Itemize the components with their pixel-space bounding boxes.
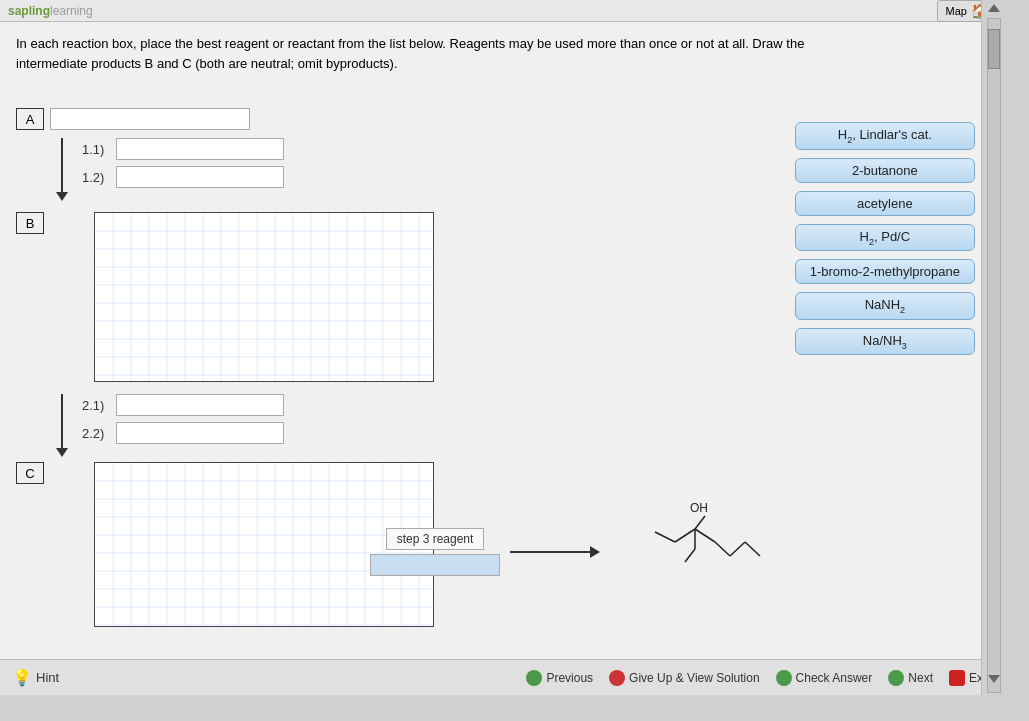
instructions-text: In each reaction box, place the best rea… bbox=[16, 34, 816, 73]
step1-2-input[interactable] bbox=[116, 166, 284, 188]
step2-2-input[interactable] bbox=[116, 422, 284, 444]
step3-arrow bbox=[510, 546, 600, 558]
step2-inputs: 2.1) 2.2) bbox=[82, 394, 284, 444]
svg-line-59 bbox=[655, 532, 675, 542]
scroll-down-arrow[interactable] bbox=[988, 675, 1000, 683]
step1-2-row: 1.2) bbox=[82, 166, 284, 188]
step1-vline bbox=[61, 138, 63, 192]
check-label: Check Answer bbox=[796, 671, 873, 685]
give-up-label: Give Up & View Solution bbox=[629, 671, 760, 685]
check-icon bbox=[776, 670, 792, 686]
reagent-acetylene[interactable]: acetylene bbox=[795, 191, 975, 216]
step2-1-row: 2.1) bbox=[82, 394, 284, 416]
box-c-label: C bbox=[16, 462, 44, 484]
svg-line-56 bbox=[675, 529, 695, 542]
box-b-label: B bbox=[16, 212, 44, 234]
hint-button[interactable]: 💡 Hint bbox=[12, 668, 59, 687]
step2-arrow-area: 2.1) 2.2) bbox=[56, 394, 284, 457]
step1-2-label: 1.2) bbox=[82, 170, 110, 185]
step3-hline bbox=[510, 551, 590, 553]
check-answer-button[interactable]: Check Answer bbox=[772, 668, 877, 688]
step3-area: step 3 reagent OH bbox=[370, 490, 770, 614]
reagent-2-butanone[interactable]: 2-butanone bbox=[795, 158, 975, 183]
previous-button[interactable]: Previous bbox=[522, 668, 597, 688]
svg-line-60 bbox=[715, 542, 730, 556]
content-area: In each reaction box, place the best rea… bbox=[0, 22, 1005, 659]
step2-2-row: 2.2) bbox=[82, 422, 284, 444]
bottom-bar: 💡 Hint Previous Give Up & View Solution … bbox=[0, 659, 1005, 695]
hint-label: Hint bbox=[36, 670, 59, 685]
step3-reagent-container: step 3 reagent bbox=[370, 528, 500, 576]
step1-arrow bbox=[56, 138, 68, 201]
hint-icon: 💡 bbox=[12, 668, 32, 687]
svg-line-63 bbox=[685, 549, 695, 562]
product-molecule: OH bbox=[610, 494, 770, 614]
box-b-container: B bbox=[16, 212, 434, 382]
step2-arrowhead bbox=[56, 448, 68, 457]
step1-inputs: 1.1) 1.2) bbox=[82, 138, 284, 188]
previous-icon bbox=[526, 670, 542, 686]
nav-buttons: Previous Give Up & View Solution Check A… bbox=[522, 668, 993, 688]
svg-line-57 bbox=[695, 529, 715, 542]
grid-b-svg bbox=[95, 213, 433, 381]
reagent-nanh2[interactable]: NaNH2 bbox=[795, 292, 975, 320]
box-b-drawing[interactable] bbox=[94, 212, 434, 382]
svg-line-62 bbox=[745, 542, 760, 556]
step2-1-label: 2.1) bbox=[82, 398, 110, 413]
svg-line-55 bbox=[695, 516, 705, 529]
give-up-icon bbox=[609, 670, 625, 686]
box-a-input[interactable] bbox=[50, 108, 250, 130]
give-up-button[interactable]: Give Up & View Solution bbox=[605, 668, 764, 688]
map-label: Map bbox=[946, 5, 967, 17]
box-a-label: A bbox=[16, 108, 44, 130]
svg-text:OH: OH bbox=[690, 501, 708, 515]
reagent-na-nh3[interactable]: Na/NH3 bbox=[795, 328, 975, 356]
next-button[interactable]: Next bbox=[884, 668, 937, 688]
step2-2-label: 2.2) bbox=[82, 426, 110, 441]
step1-arrow-area: 1.1) 1.2) bbox=[56, 138, 284, 201]
header-bar: saplinglearning Map 🏠 bbox=[0, 0, 1005, 22]
reagent-1-bromo-2-methylpropane[interactable]: 1-bromo-2-methylpropane bbox=[795, 259, 975, 284]
step3-label: step 3 reagent bbox=[386, 528, 485, 550]
scrollbar bbox=[981, 0, 1005, 695]
step1-arrowhead bbox=[56, 192, 68, 201]
step3-arrowhead bbox=[590, 546, 600, 558]
step2-vline bbox=[61, 394, 63, 448]
reagent-h2-lindlar[interactable]: H2, Lindlar's cat. bbox=[795, 122, 975, 150]
scroll-track[interactable] bbox=[987, 18, 1001, 693]
exit-icon bbox=[949, 670, 965, 686]
step2-1-input[interactable] bbox=[116, 394, 284, 416]
step1-1-row: 1.1) bbox=[82, 138, 284, 160]
sapling-logo: saplinglearning bbox=[8, 4, 93, 18]
svg-line-61 bbox=[730, 542, 745, 556]
scroll-up-arrow[interactable] bbox=[988, 4, 1000, 12]
box-a-row: A bbox=[16, 108, 250, 130]
step3-input[interactable] bbox=[370, 554, 500, 576]
previous-label: Previous bbox=[546, 671, 593, 685]
learning-text: learning bbox=[50, 4, 93, 18]
next-icon bbox=[888, 670, 904, 686]
next-label: Next bbox=[908, 671, 933, 685]
scroll-thumb[interactable] bbox=[988, 29, 1000, 69]
sapling-text: sapling bbox=[8, 4, 50, 18]
step1-1-input[interactable] bbox=[116, 138, 284, 160]
step2-arrow bbox=[56, 394, 68, 457]
step1-1-label: 1.1) bbox=[82, 142, 110, 157]
reagent-list: H2, Lindlar's cat. 2-butanone acetylene … bbox=[795, 122, 975, 355]
reagent-h2-pdc[interactable]: H2, Pd/C bbox=[795, 224, 975, 252]
